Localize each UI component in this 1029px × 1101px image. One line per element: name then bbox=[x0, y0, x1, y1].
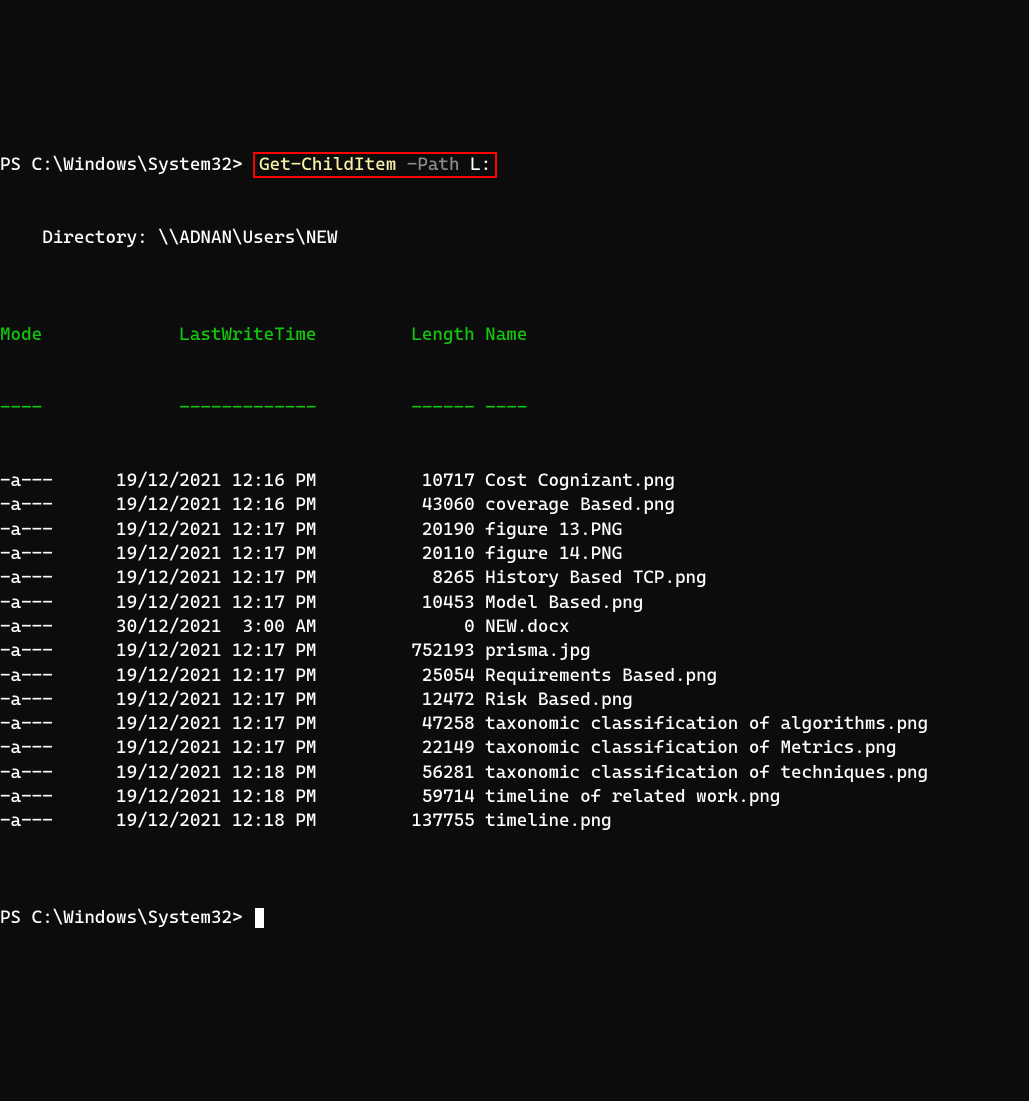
header-name: Name bbox=[475, 323, 528, 347]
header-row: ModeLastWriteTimeLengthName bbox=[0, 323, 1029, 347]
file-lastwritetime: 19/12/2021 12:18 PM bbox=[63, 785, 316, 809]
cmdlet-param: -Path bbox=[396, 154, 470, 175]
dash-row: --------------------------- bbox=[0, 396, 1029, 420]
file-length: 10453 bbox=[316, 591, 474, 615]
file-lastwritetime: 19/12/2021 12:16 PM bbox=[63, 493, 316, 517]
file-mode: -a--- bbox=[0, 493, 63, 517]
table-row: -a---19/12/2021 12:17 PM20190figure 13.P… bbox=[0, 518, 1029, 542]
header-lastwritetime: LastWriteTime bbox=[63, 323, 316, 347]
file-mode: -a--- bbox=[0, 615, 63, 639]
dash-lastwritetime: ------------- bbox=[63, 396, 316, 420]
file-name: NEW.docx bbox=[475, 615, 570, 639]
file-lastwritetime: 19/12/2021 12:16 PM bbox=[63, 469, 316, 493]
file-lastwritetime: 19/12/2021 12:17 PM bbox=[63, 664, 316, 688]
file-length: 56281 bbox=[316, 761, 474, 785]
file-length: 752193 bbox=[316, 639, 474, 663]
file-length: 25054 bbox=[316, 664, 474, 688]
file-mode: -a--- bbox=[0, 785, 63, 809]
table-row: -a---19/12/2021 12:17 PM25054Requirement… bbox=[0, 664, 1029, 688]
file-lastwritetime: 19/12/2021 12:18 PM bbox=[63, 761, 316, 785]
file-length: 20190 bbox=[316, 518, 474, 542]
file-name: timeline.png bbox=[475, 809, 612, 833]
table-row: -a---19/12/2021 12:18 PM59714timeline of… bbox=[0, 785, 1029, 809]
file-length: 47258 bbox=[316, 712, 474, 736]
table-row: -a---19/12/2021 12:17 PM10453Model Based… bbox=[0, 591, 1029, 615]
file-length: 10717 bbox=[316, 469, 474, 493]
table-row: -a---19/12/2021 12:17 PM8265History Base… bbox=[0, 566, 1029, 590]
file-length: 22149 bbox=[316, 736, 474, 760]
file-lastwritetime: 19/12/2021 12:17 PM bbox=[63, 518, 316, 542]
cmdlet-arg: L: bbox=[470, 154, 491, 175]
file-name: Cost Cognizant.png bbox=[475, 469, 675, 493]
file-name: timeline of related work.png bbox=[475, 785, 781, 809]
file-lastwritetime: 19/12/2021 12:17 PM bbox=[63, 736, 316, 760]
table-row: -a---19/12/2021 12:17 PM752193prisma.jpg bbox=[0, 639, 1029, 663]
file-name: Model Based.png bbox=[475, 591, 644, 615]
table-row: -a---19/12/2021 12:17 PM22149taxonomic c… bbox=[0, 736, 1029, 760]
command-line-2[interactable]: PS C:\Windows\System32> bbox=[0, 906, 1029, 930]
file-name: figure 13.PNG bbox=[475, 518, 623, 542]
file-lastwritetime: 19/12/2021 12:17 PM bbox=[63, 566, 316, 590]
file-length: 137755 bbox=[316, 809, 474, 833]
file-lastwritetime: 19/12/2021 12:17 PM bbox=[63, 688, 316, 712]
file-length: 43060 bbox=[316, 493, 474, 517]
table-row: -a---19/12/2021 12:17 PM47258taxonomic c… bbox=[0, 712, 1029, 736]
cmdlet-name: Get-ChildItem bbox=[259, 154, 396, 175]
file-length: 59714 bbox=[316, 785, 474, 809]
file-name: coverage Based.png bbox=[475, 493, 675, 517]
file-mode: -a--- bbox=[0, 664, 63, 688]
file-lastwritetime: 19/12/2021 12:17 PM bbox=[63, 712, 316, 736]
table-row: -a---19/12/2021 12:16 PM10717Cost Cogniz… bbox=[0, 469, 1029, 493]
file-mode: -a--- bbox=[0, 761, 63, 785]
directory-line: Directory: \\ADNAN\Users\NEW bbox=[0, 226, 1029, 250]
prompt-prefix: PS C:\Windows\System32> bbox=[0, 154, 253, 175]
file-name: taxonomic classification of Metrics.png bbox=[475, 736, 897, 760]
file-mode: -a--- bbox=[0, 469, 63, 493]
file-lastwritetime: 19/12/2021 12:17 PM bbox=[63, 639, 316, 663]
file-name: Risk Based.png bbox=[475, 688, 633, 712]
highlight-annotation: Get-ChildItem -Path L: bbox=[253, 152, 497, 178]
dash-name: ---- bbox=[475, 396, 528, 420]
command-line-1: PS C:\Windows\System32> Get-ChildItem -P… bbox=[0, 152, 1029, 178]
file-length: 8265 bbox=[316, 566, 474, 590]
file-name: taxonomic classification of techniques.p… bbox=[475, 761, 929, 785]
file-mode: -a--- bbox=[0, 809, 63, 833]
file-name: Requirements Based.png bbox=[475, 664, 718, 688]
file-name: taxonomic classification of algorithms.p… bbox=[475, 712, 929, 736]
table-row: -a---19/12/2021 12:17 PM12472Risk Based.… bbox=[0, 688, 1029, 712]
header-length: Length bbox=[316, 323, 474, 347]
file-lastwritetime: 30/12/2021 3:00 AM bbox=[63, 615, 316, 639]
dash-length: ------ bbox=[316, 396, 474, 420]
file-mode: -a--- bbox=[0, 518, 63, 542]
table-row: -a---19/12/2021 12:18 PM56281taxonomic c… bbox=[0, 761, 1029, 785]
file-mode: -a--- bbox=[0, 712, 63, 736]
file-name: prisma.jpg bbox=[475, 639, 591, 663]
file-length: 0 bbox=[316, 615, 474, 639]
table-row: -a---19/12/2021 12:18 PM137755timeline.p… bbox=[0, 809, 1029, 833]
prompt-prefix: PS C:\Windows\System32> bbox=[0, 907, 253, 928]
file-mode: -a--- bbox=[0, 591, 63, 615]
cursor-icon bbox=[255, 908, 264, 928]
file-name: History Based TCP.png bbox=[475, 566, 707, 590]
terminal-output[interactable]: PS C:\Windows\System32> Get-ChildItem -P… bbox=[0, 103, 1029, 979]
header-mode: Mode bbox=[0, 323, 63, 347]
table-row: -a---30/12/2021 3:00 AM0NEW.docx bbox=[0, 615, 1029, 639]
file-mode: -a--- bbox=[0, 688, 63, 712]
dash-mode: ---- bbox=[0, 396, 63, 420]
file-lastwritetime: 19/12/2021 12:17 PM bbox=[63, 591, 316, 615]
file-mode: -a--- bbox=[0, 566, 63, 590]
file-lastwritetime: 19/12/2021 12:18 PM bbox=[63, 809, 316, 833]
file-mode: -a--- bbox=[0, 736, 63, 760]
file-listing: -a---19/12/2021 12:16 PM10717Cost Cogniz… bbox=[0, 469, 1029, 833]
file-mode: -a--- bbox=[0, 639, 63, 663]
table-row: -a---19/12/2021 12:16 PM43060coverage Ba… bbox=[0, 493, 1029, 517]
file-length: 12472 bbox=[316, 688, 474, 712]
